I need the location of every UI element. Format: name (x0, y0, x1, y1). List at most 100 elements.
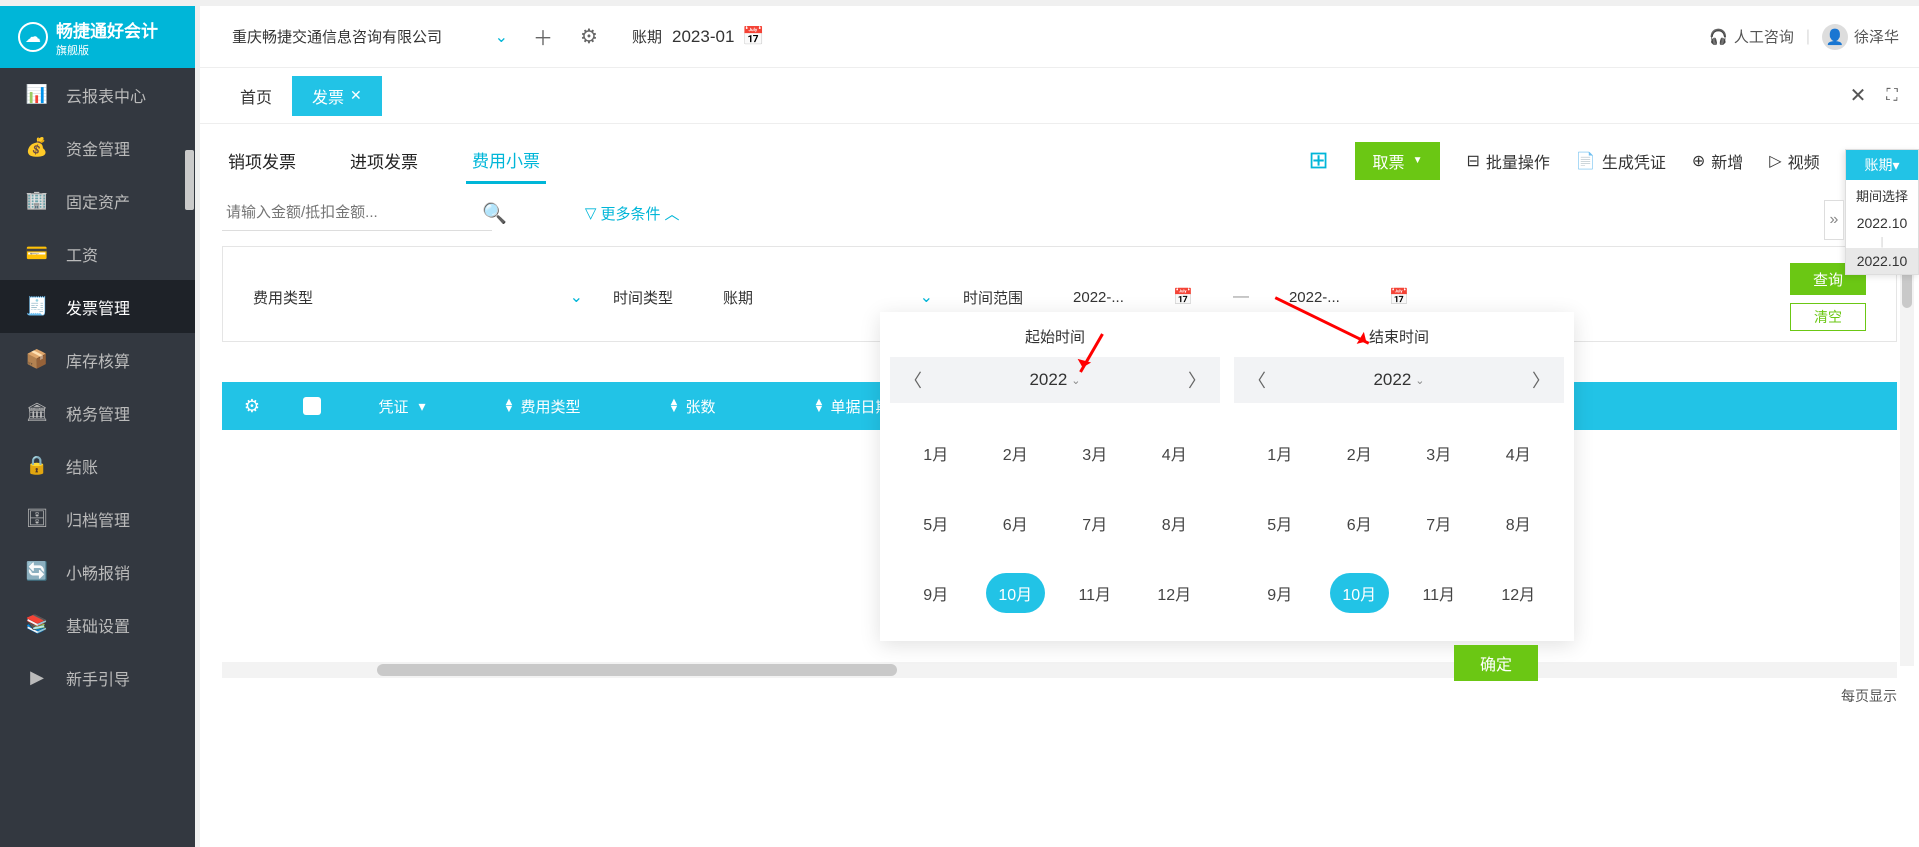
wallet-icon: 💳 (26, 243, 48, 265)
building-icon: 🏢 (26, 190, 48, 212)
next-year-button[interactable]: 〉 (1532, 367, 1550, 393)
period-from[interactable]: 2022.10 (1846, 210, 1918, 236)
nav-invoice[interactable]: 🧾发票管理 (0, 280, 195, 333)
end-date-picker: 结束时间 〈 2022⌄ 〉 1月2月3月4月5月6月7月8月9月10月11月1… (1234, 320, 1564, 627)
month-option[interactable]: 10月 (986, 573, 1046, 613)
chevron-down-icon: ⌄ (1415, 374, 1424, 387)
video-action[interactable]: ▷视频 (1769, 149, 1819, 173)
month-option[interactable]: 2月 (986, 433, 1046, 473)
consult-link[interactable]: 🎧人工咨询 (1709, 26, 1794, 47)
cloud-icon: ☁ (18, 22, 48, 52)
calendar-icon[interactable]: 📅 (742, 26, 764, 47)
amount-search-input[interactable] (222, 195, 492, 231)
sort-icon: ▲▼ (669, 399, 680, 413)
year-select[interactable]: 2022⌄ (1029, 370, 1080, 390)
month-option[interactable]: 5月 (1250, 503, 1310, 543)
nav-salary[interactable]: 💳工资 (0, 227, 195, 280)
batch-action[interactable]: ⊟批量操作 (1466, 149, 1549, 173)
col-type[interactable]: ▲▼费用类型 (462, 382, 622, 430)
month-option[interactable]: 11月 (1065, 573, 1125, 613)
month-option[interactable]: 9月 (906, 573, 966, 613)
next-year-button[interactable]: 〉 (1188, 367, 1206, 393)
nav-guide[interactable]: ▶新手引导 (0, 651, 195, 704)
nav-report-center[interactable]: 📊云报表中心 (0, 68, 195, 121)
horizontal-scrollbar[interactable] (222, 662, 1897, 678)
time-type-select[interactable]: ⌄ (783, 280, 933, 314)
month-option[interactable]: 8月 (1489, 503, 1549, 543)
clear-button[interactable]: 清空 (1790, 303, 1866, 331)
settings-button[interactable]: ⚙ (574, 22, 604, 52)
voucher-action[interactable]: 📄生成凭证 (1576, 149, 1666, 173)
side-collapse-button[interactable]: » (1824, 200, 1844, 240)
add-action[interactable]: ⊕新增 (1692, 149, 1743, 173)
date-to[interactable]: 2022-... (1289, 289, 1353, 306)
month-option[interactable]: 7月 (1065, 503, 1125, 543)
period-to[interactable]: 2022.10 (1846, 248, 1918, 274)
col-count[interactable]: ▲▼张数 (622, 382, 762, 430)
period-side-title: 期间选择 (1846, 180, 1918, 210)
qr-icon[interactable]: ⊞ (1308, 146, 1328, 175)
chevron-up-icon: ︿ (664, 203, 679, 224)
month-option[interactable]: 1月 (906, 433, 966, 473)
month-grid-start: 1月 2月 3月 4月 5月 6月 7月 8月 9月 10月 11月 12月 (890, 403, 1220, 627)
period-side-button[interactable]: 账期 ▾ (1846, 150, 1918, 180)
nav-funds[interactable]: 💰资金管理 (0, 121, 195, 174)
prev-year-button[interactable]: 〈 (904, 367, 922, 393)
month-option[interactable]: 8月 (1145, 503, 1205, 543)
refresh-icon: 🔄 (26, 561, 48, 583)
add-button[interactable]: ＋ (528, 22, 558, 52)
month-option[interactable]: 7月 (1409, 503, 1469, 543)
prev-year-button[interactable]: 〈 (1248, 367, 1266, 393)
month-option[interactable]: 12月 (1489, 573, 1549, 613)
nav-fixed-assets[interactable]: 🏢固定资产 (0, 174, 195, 227)
nav-settings[interactable]: 📚基础设置 (0, 598, 195, 651)
subtab-expense[interactable]: 费用小票 (466, 138, 546, 184)
month-option[interactable]: 10月 (1330, 573, 1390, 613)
month-option[interactable]: 4月 (1489, 433, 1549, 473)
tab-invoice[interactable]: 发票✕ (292, 76, 382, 116)
user-menu[interactable]: 👤徐泽华 (1822, 24, 1899, 50)
sort-icon: ▲▼ (504, 399, 515, 413)
month-option[interactable]: 1月 (1250, 433, 1310, 473)
expense-type-select[interactable]: ⌄ (363, 280, 583, 314)
month-option[interactable]: 4月 (1145, 433, 1205, 473)
select-all-checkbox[interactable] (282, 382, 342, 430)
month-option[interactable]: 3月 (1409, 433, 1469, 473)
calendar-icon[interactable]: 📅 (1173, 287, 1193, 307)
month-option[interactable]: 6月 (986, 503, 1046, 543)
scroll-thumb[interactable] (377, 664, 897, 676)
nav-closing[interactable]: 🔒结账 (0, 439, 195, 492)
month-option[interactable]: 5月 (906, 503, 966, 543)
month-option[interactable]: 12月 (1145, 573, 1205, 613)
subtab-purchase[interactable]: 进项发票 (344, 138, 424, 184)
search-icon[interactable]: 🔍 (482, 201, 507, 226)
calendar-icon[interactable]: 📅 (1389, 287, 1409, 307)
month-option[interactable]: 11月 (1409, 573, 1469, 613)
nav-tax[interactable]: 🏛税务管理 (0, 386, 195, 439)
fetch-button[interactable]: 取票▼ (1355, 142, 1441, 180)
month-option[interactable]: 6月 (1330, 503, 1390, 543)
month-option[interactable]: 2月 (1330, 433, 1390, 473)
month-option[interactable]: 9月 (1250, 573, 1310, 613)
nav-reimburse[interactable]: 🔄小畅报销 (0, 545, 195, 598)
vertical-scrollbar[interactable] (1900, 206, 1914, 666)
tab-home[interactable]: 首页 (220, 76, 292, 116)
nav-archive[interactable]: 🗄归档管理 (0, 492, 195, 545)
fullscreen-button[interactable]: ⛶ (1875, 79, 1909, 113)
year-select[interactable]: 2022⌄ (1373, 370, 1424, 390)
column-settings[interactable]: ⚙ (222, 382, 282, 430)
subtab-sales[interactable]: 销项发票 (222, 138, 302, 184)
col-voucher[interactable]: 凭证▾ (342, 382, 462, 430)
confirm-button[interactable]: 确定 (1454, 645, 1538, 681)
logo: ☁ 畅捷通好会计 旗舰版 (0, 6, 195, 68)
play-icon: ▶ (26, 667, 48, 689)
date-from[interactable]: 2022-... (1073, 289, 1137, 306)
month-option[interactable]: 3月 (1065, 433, 1125, 473)
close-icon[interactable]: ✕ (350, 87, 362, 104)
more-filter-toggle[interactable]: ▽更多条件︿ (585, 203, 680, 224)
company-select[interactable]: 重庆畅捷交通信息咨询有限公司 ⌄ (220, 18, 520, 56)
nav-inventory[interactable]: 📦库存核算 (0, 333, 195, 386)
chevron-down-icon: ⌄ (570, 287, 583, 307)
close-all-button[interactable]: ✕ (1841, 79, 1875, 113)
sidebar-resize-handle[interactable] (185, 150, 194, 210)
